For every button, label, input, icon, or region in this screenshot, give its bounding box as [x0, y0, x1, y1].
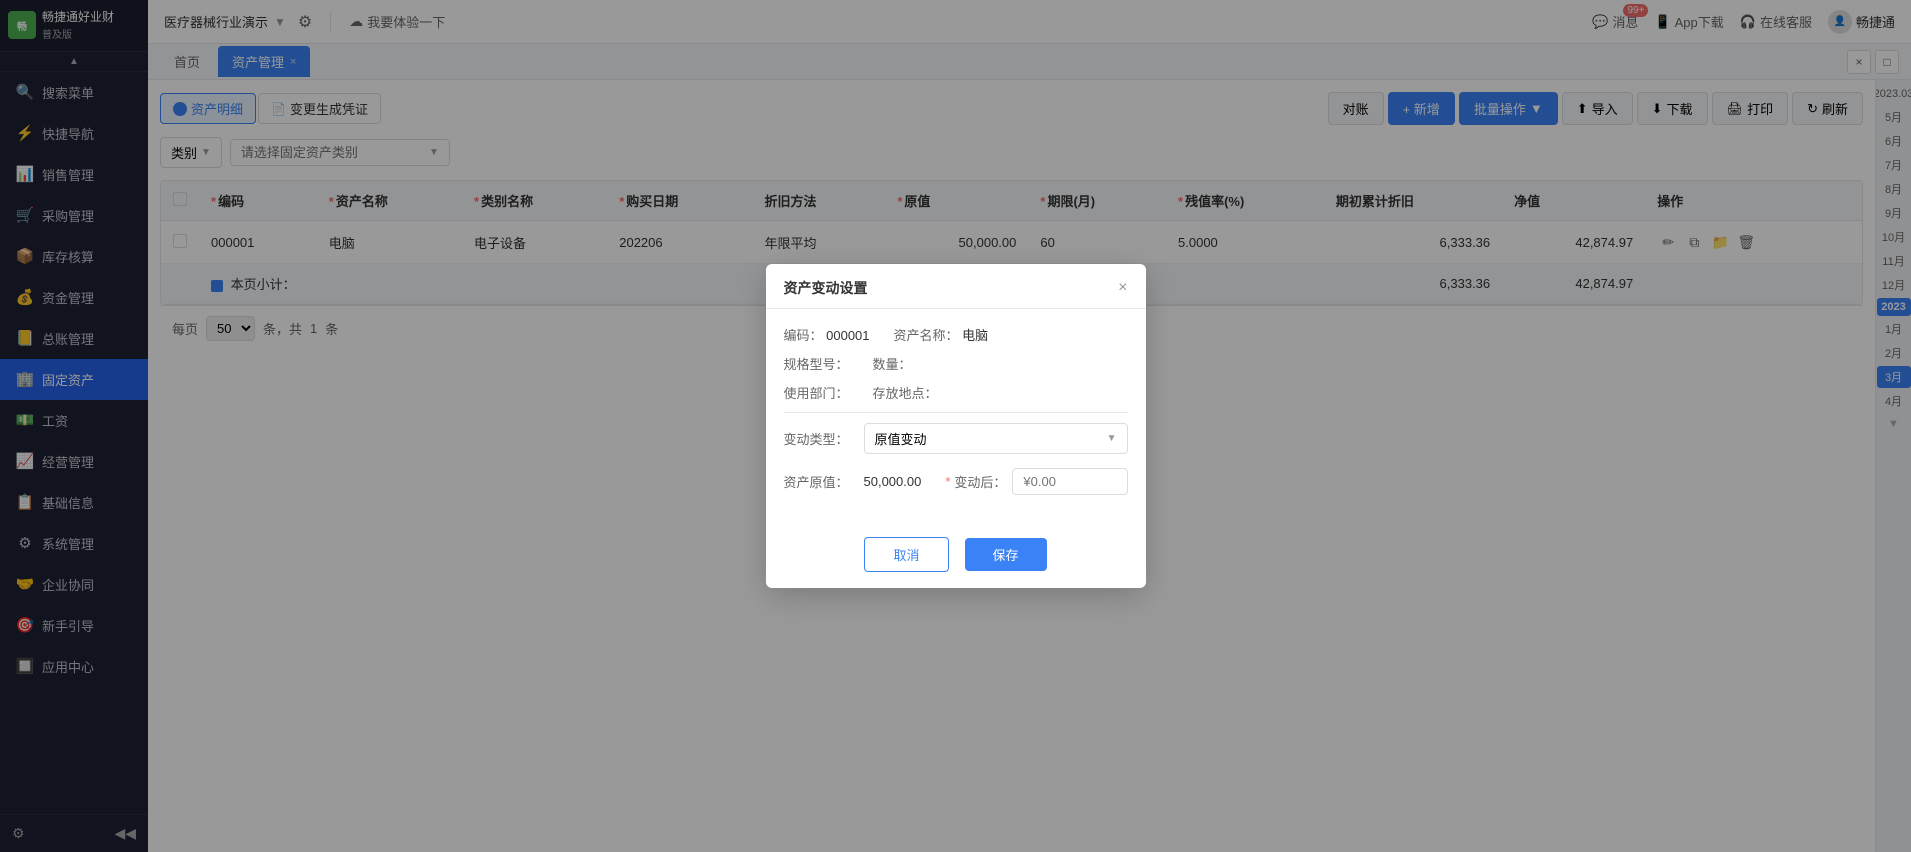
- required-star: *: [945, 474, 950, 489]
- asset-value-row: 资产原值： 50,000.00 * 变动后：: [784, 468, 1128, 495]
- code-label: 编码： 000001: [784, 325, 870, 344]
- quantity-info: 数量：: [873, 354, 912, 373]
- dialog-body: 编码： 000001 资产名称： 电脑 规格型号： 数量：: [766, 309, 1146, 525]
- dialog-overlay: 资产变动设置 × 编码： 000001 资产名称： 电脑 规格型号：: [0, 0, 1911, 852]
- change-type-value: 原值变动: [875, 429, 927, 448]
- save-button[interactable]: 保存: [965, 538, 1047, 571]
- dialog-close-btn[interactable]: ×: [1118, 279, 1127, 297]
- asset-change-dialog: 资产变动设置 × 编码： 000001 资产名称： 电脑 规格型号：: [766, 264, 1146, 588]
- after-change-input[interactable]: [1023, 474, 1116, 489]
- dialog-footer: 取消 保存: [766, 525, 1146, 588]
- storage-info: 存放地点：: [873, 383, 938, 402]
- dialog-info-row-3: 使用部门： 存放地点：: [784, 383, 1128, 402]
- change-type-row: 变动类型： 原值变动 ▼: [784, 423, 1128, 454]
- after-change-label: 变动后：: [954, 472, 1006, 491]
- department-info: 使用部门：: [784, 383, 849, 402]
- after-change-input-wrap: [1012, 468, 1127, 495]
- asset-value-display: 50,000.00: [864, 474, 922, 489]
- change-type-select[interactable]: 原值变动 ▼: [864, 423, 1128, 454]
- dialog-info-row-1: 编码： 000001 资产名称： 电脑: [784, 325, 1128, 344]
- spec-info: 规格型号：: [784, 354, 849, 373]
- dialog-title: 资产变动设置: [784, 278, 868, 298]
- change-type-label: 变动类型：: [784, 429, 864, 448]
- dialog-info-row-2: 规格型号： 数量：: [784, 354, 1128, 373]
- asset-value-label: 资产原值：: [784, 472, 864, 491]
- cancel-button[interactable]: 取消: [864, 537, 948, 572]
- change-type-arrow: ▼: [1107, 433, 1117, 444]
- asset-name-info: 资产名称： 电脑: [894, 325, 989, 344]
- dialog-header: 资产变动设置 ×: [766, 264, 1146, 309]
- dialog-divider: [784, 412, 1128, 413]
